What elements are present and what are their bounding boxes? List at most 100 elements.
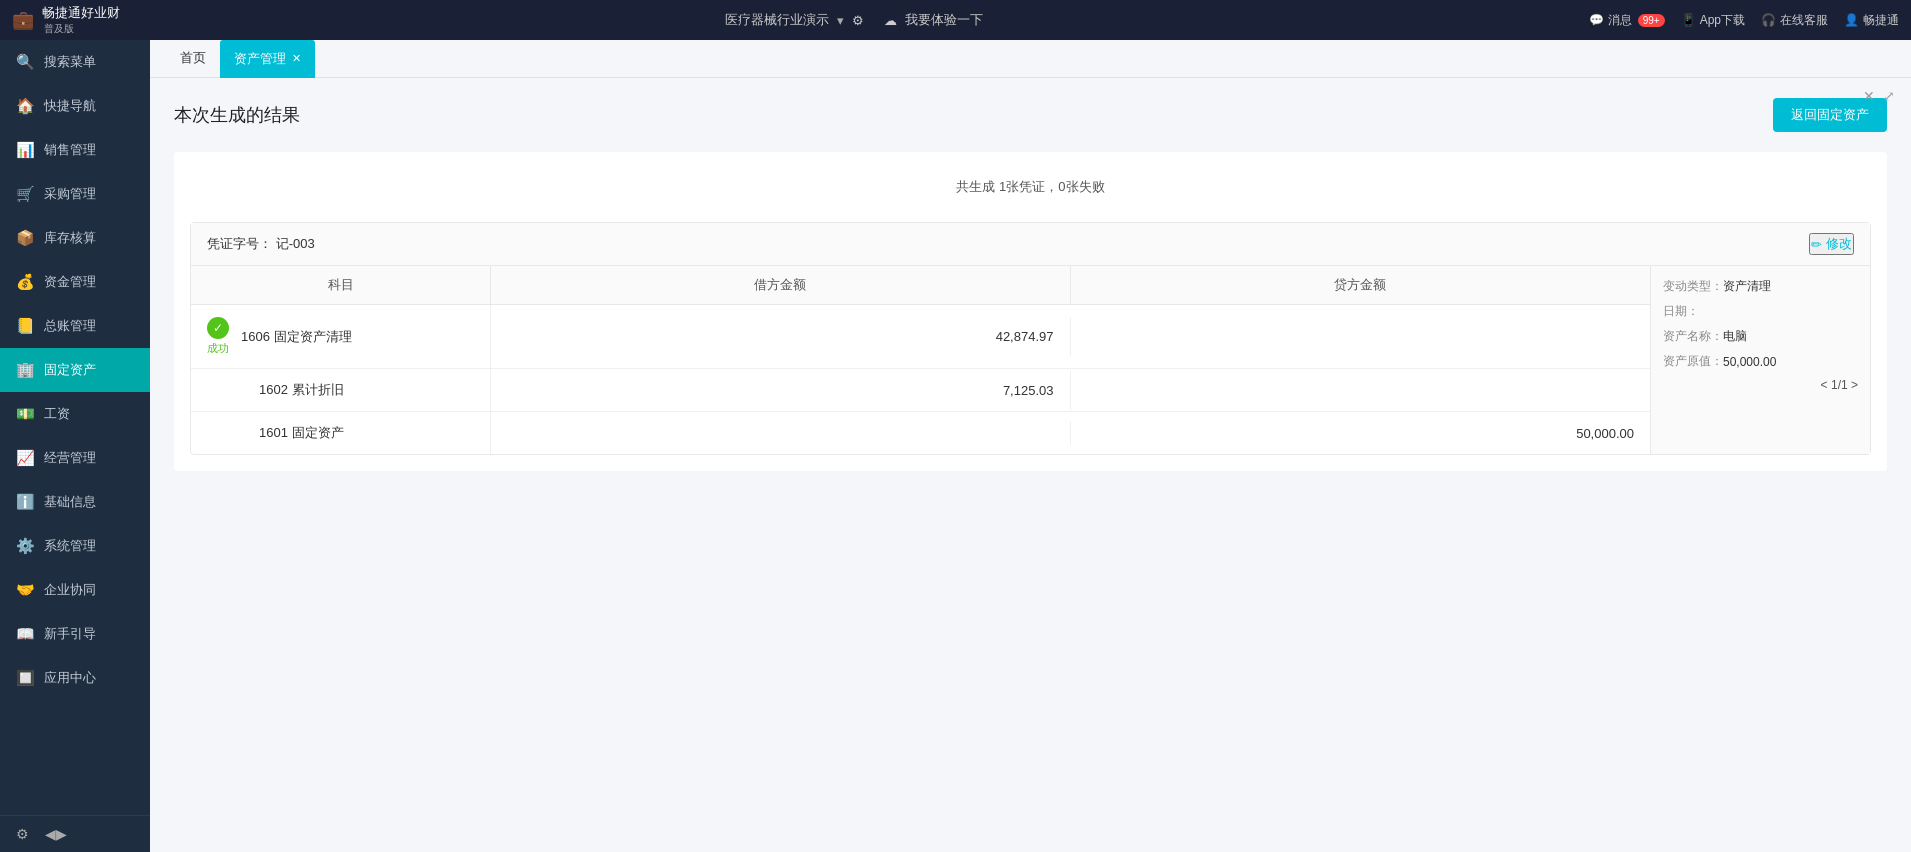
sidebar-label-fixed-assets: 固定资产 <box>44 361 96 379</box>
message-icon: 💬 <box>1589 13 1604 27</box>
page-content: ✕ ⤢ 本次生成的结果 返回固定资产 共生成 1张凭证，0张失败 凭证字号： <box>150 78 1911 852</box>
header-credit: 贷方金额 <box>1071 266 1651 304</box>
sidebar-label-inventory: 库存核算 <box>44 229 96 247</box>
sidebar-label-system: 系统管理 <box>44 537 96 555</box>
user-label: 畅捷通 <box>1863 12 1899 29</box>
cell-credit-1 <box>1071 325 1651 349</box>
sidebar-item-guide[interactable]: 📖 新手引导 <box>0 612 150 656</box>
cell-debit-2: 7,125.03 <box>491 371 1071 410</box>
app-download-btn[interactable]: 📱 App下载 <box>1681 12 1745 29</box>
topbar-left: 💼 畅捷通好业财 普及版 <box>12 4 120 36</box>
cell-account-3: 1601 固定资产 <box>259 424 344 442</box>
table-row: ✓ 成功 1606 固定资产清理 42,874.97 <box>191 305 1650 369</box>
settings-icon[interactable]: ⚙ <box>852 13 864 28</box>
topbar: 💼 畅捷通好业财 普及版 医疗器械行业演示 ▾ ⚙ ☁ 我要体验一下 💬 消息 … <box>0 0 1911 40</box>
sidebar-item-quick-nav[interactable]: 🏠 快捷导航 <box>0 84 150 128</box>
app-logo-icon: 💼 <box>12 9 34 31</box>
topbar-right: 💬 消息 99+ 📱 App下载 🎧 在线客服 👤 畅捷通 <box>1589 12 1899 29</box>
tab-bar: 首页 资产管理 ✕ <box>150 40 1911 78</box>
app-edition: 普及版 <box>44 22 120 36</box>
cell-subject-3: 1601 固定资产 <box>191 412 491 454</box>
sidebar-label-guide: 新手引导 <box>44 625 96 643</box>
next-page-btn[interactable]: > <box>1851 378 1858 392</box>
change-type-value: 资产清理 <box>1723 278 1771 295</box>
inventory-icon: 📦 <box>16 229 34 247</box>
app-download-label: App下载 <box>1700 12 1745 29</box>
user-area[interactable]: 👤 畅捷通 <box>1844 12 1899 29</box>
sidebar-item-enterprise[interactable]: 🤝 企业协同 <box>0 568 150 612</box>
sidebar-item-ledger[interactable]: 📒 总账管理 <box>0 304 150 348</box>
try-label[interactable]: 我要体验一下 <box>905 11 983 29</box>
panel-maximize-icon[interactable]: ⤢ <box>1883 88 1895 104</box>
sidebar-item-purchase[interactable]: 🛒 采购管理 <box>0 172 150 216</box>
message-label: 消息 <box>1608 12 1632 29</box>
cell-subject-2: 1602 累计折旧 <box>191 369 491 411</box>
edit-icon: ✏ <box>1811 237 1822 252</box>
side-panel-asset-name: 资产名称： 电脑 <box>1663 328 1858 345</box>
basic-info-icon: ℹ️ <box>16 493 34 511</box>
sidebar-label-search: 搜索菜单 <box>44 53 96 71</box>
sidebar-label-ledger: 总账管理 <box>44 317 96 335</box>
sidebar-item-operations[interactable]: 📈 经营管理 <box>0 436 150 480</box>
purchase-icon: 🛒 <box>16 185 34 203</box>
settings-bottom-icon[interactable]: ⚙ <box>16 826 29 842</box>
message-badge: 99+ <box>1638 14 1665 27</box>
message-btn[interactable]: 💬 消息 99+ <box>1589 12 1665 29</box>
main-layout: 🔍 搜索菜单 🏠 快捷导航 📊 销售管理 🛒 采购管理 📦 库存核算 💰 <box>0 40 1911 852</box>
panel-controls: ✕ ⤢ <box>1863 88 1895 104</box>
sidebar-item-search[interactable]: 🔍 搜索菜单 <box>0 40 150 84</box>
tab-asset-mgmt[interactable]: 资产管理 ✕ <box>220 40 315 78</box>
fixed-assets-icon: 🏢 <box>16 361 34 379</box>
sidebar-label-operations: 经营管理 <box>44 449 96 467</box>
sidebar-item-app-center[interactable]: 🔲 应用中心 <box>0 656 150 700</box>
prev-page-btn[interactable]: < <box>1821 378 1828 392</box>
page-header: 本次生成的结果 返回固定资产 <box>174 98 1887 132</box>
sidebar-item-basic-info[interactable]: ℹ️ 基础信息 <box>0 480 150 524</box>
collapse-icon[interactable]: ◀▶ <box>45 826 67 842</box>
table-header: 科目 借方金额 贷方金额 <box>191 266 1650 305</box>
sidebar: 🔍 搜索菜单 🏠 快捷导航 📊 销售管理 🛒 采购管理 📦 库存核算 💰 <box>0 40 150 852</box>
capital-icon: 💰 <box>16 273 34 291</box>
voucher-body: 科目 借方金额 贷方金额 ✓ 成功 <box>191 266 1870 454</box>
tab-home-label: 首页 <box>180 49 206 67</box>
voucher-side-panel: 变动类型： 资产清理 日期： 资产名称： 电脑 <box>1650 266 1870 454</box>
topbar-center: 医疗器械行业演示 ▾ ⚙ ☁ 我要体验一下 <box>725 11 983 29</box>
system-icon: ⚙️ <box>16 537 34 555</box>
sidebar-item-payroll[interactable]: 💵 工资 <box>0 392 150 436</box>
cell-subject-1: ✓ 成功 1606 固定资产清理 <box>191 305 491 368</box>
cell-debit-1: 42,874.97 <box>491 317 1071 356</box>
header-debit: 借方金额 <box>491 266 1071 304</box>
sidebar-label-payroll: 工资 <box>44 405 70 423</box>
sidebar-item-system[interactable]: ⚙️ 系统管理 <box>0 524 150 568</box>
enterprise-icon: 🤝 <box>16 581 34 599</box>
sidebar-item-sales[interactable]: 📊 销售管理 <box>0 128 150 172</box>
edit-btn[interactable]: ✏ 修改 <box>1809 233 1854 255</box>
pagination[interactable]: < 1/1 > <box>1663 378 1858 392</box>
sidebar-scroll: 🔍 搜索菜单 🏠 快捷导航 📊 销售管理 🛒 采购管理 📦 库存核算 💰 <box>0 40 150 815</box>
company-dropdown-icon[interactable]: ▾ <box>837 13 844 28</box>
edit-label: 修改 <box>1826 235 1852 253</box>
home-icon: 🏠 <box>16 97 34 115</box>
sidebar-item-fixed-assets[interactable]: 🏢 固定资产 <box>0 348 150 392</box>
panel-close-icon[interactable]: ✕ <box>1863 88 1875 104</box>
side-panel-original-value: 资产原值： 50,000.00 <box>1663 353 1858 370</box>
voucher-section: 凭证字号： 记-003 ✏ 修改 <box>190 222 1871 455</box>
app-name: 畅捷通好业财 <box>42 4 120 22</box>
header-subject: 科目 <box>191 266 491 304</box>
online-service-btn[interactable]: 🎧 在线客服 <box>1761 12 1828 29</box>
tab-home[interactable]: 首页 <box>166 40 220 78</box>
sidebar-item-inventory[interactable]: 📦 库存核算 <box>0 216 150 260</box>
cell-credit-3: 50,000.00 <box>1071 414 1651 453</box>
success-label: 成功 <box>207 341 229 356</box>
sidebar-item-capital[interactable]: 💰 资金管理 <box>0 260 150 304</box>
tab-close-icon[interactable]: ✕ <box>292 52 301 65</box>
voucher-number-value: 记-003 <box>276 236 315 251</box>
sidebar-label-capital: 资金管理 <box>44 273 96 291</box>
cell-credit-2 <box>1071 378 1651 402</box>
table-row: 1601 固定资产 50,000.00 <box>191 412 1650 454</box>
online-service-label: 在线客服 <box>1780 12 1828 29</box>
page-title: 本次生成的结果 <box>174 103 300 127</box>
original-value-value: 50,000.00 <box>1723 355 1776 369</box>
side-panel-change-type: 变动类型： 资产清理 <box>1663 278 1858 295</box>
cell-debit-3 <box>491 421 1071 445</box>
